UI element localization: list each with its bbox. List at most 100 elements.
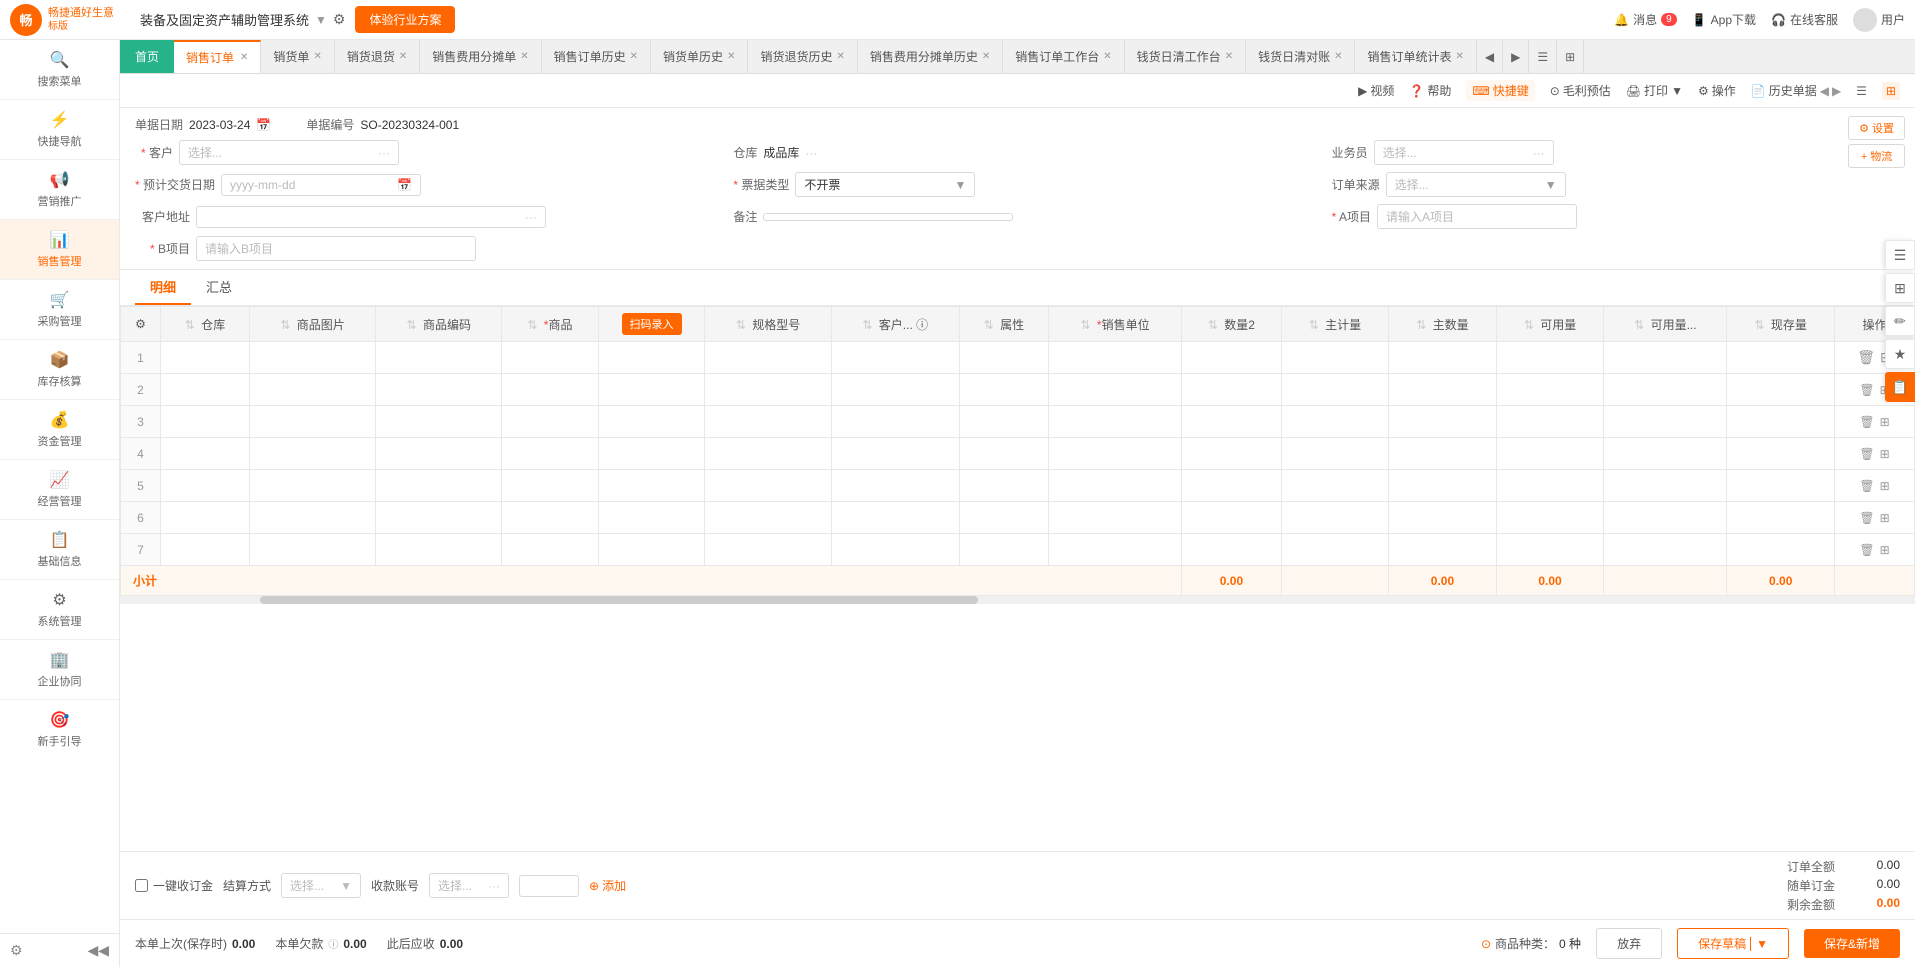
save-draft-button[interactable]: 保存草稿 ▼ — [1677, 928, 1789, 959]
cell-mainqty-1[interactable] — [1389, 342, 1497, 374]
cell-mainunit-1[interactable] — [1281, 342, 1389, 374]
cell-scan-1[interactable] — [598, 342, 705, 374]
delete-icon-5[interactable]: 🗑 — [1859, 479, 1874, 493]
cell-warehouse-1[interactable] — [161, 342, 250, 374]
cell-unit-1[interactable] — [1048, 342, 1181, 374]
float-btn-3[interactable]: ✏ — [1885, 306, 1915, 336]
delete-icon-3[interactable]: 🗑 — [1859, 415, 1874, 429]
col-available2[interactable]: ⇅ 可用量... — [1604, 307, 1727, 342]
history-nav-next[interactable]: ▶ — [1832, 84, 1841, 98]
float-btn-4[interactable]: ★ — [1885, 339, 1915, 369]
operation-btn[interactable]: ⚙ 操作 — [1698, 82, 1736, 99]
col-image[interactable]: ⇅ 商品图片 — [249, 307, 375, 342]
col-spec[interactable]: ⇅ 规格型号 — [705, 307, 831, 342]
float-btn-5[interactable]: 📋 — [1885, 372, 1915, 402]
cell-avail2-1[interactable] — [1604, 342, 1727, 374]
one-click-checkbox[interactable] — [135, 879, 148, 892]
address-input[interactable]: ··· — [196, 206, 546, 228]
help-btn[interactable]: ❓ 帮助 — [1409, 82, 1451, 99]
float-btn-1[interactable]: ☰ — [1885, 240, 1915, 270]
tab-sales-return[interactable]: 销货退货 ✕ — [335, 40, 420, 74]
tab-maximize-btn[interactable]: ⊞ — [1557, 40, 1584, 74]
notification-area[interactable]: 🔔 消息 9 — [1614, 11, 1677, 28]
delete-icon-2[interactable]: 🗑 — [1859, 383, 1874, 397]
user-area[interactable]: 用户 — [1853, 8, 1905, 32]
online-service[interactable]: 🎧 在线客服 — [1771, 11, 1838, 28]
tab-sales-return-close[interactable]: ✕ — [399, 51, 407, 62]
staff-input[interactable]: 选择... ··· — [1374, 140, 1554, 165]
tab-prev-btn[interactable]: ◀ — [1477, 40, 1503, 74]
list-view-icon[interactable]: ☰ — [1856, 84, 1867, 98]
col-main-unit[interactable]: ⇅ 主计量 — [1281, 307, 1389, 342]
tab-menu-btn[interactable]: ☰ — [1529, 40, 1557, 74]
col-code[interactable]: ⇅ 商品编码 — [376, 307, 502, 342]
tab-return-history-close[interactable]: ✕ — [836, 51, 844, 62]
delete-icon-4[interactable]: 🗑 — [1859, 447, 1874, 461]
cell-code-1[interactable] — [376, 342, 502, 374]
calendar-icon[interactable]: 📅 — [256, 118, 271, 132]
tab-next-btn[interactable]: ▶ — [1503, 40, 1529, 74]
profit-btn[interactable]: ⊙ 毛利预估 — [1550, 82, 1611, 99]
copy-icon-4[interactable]: ⊞ — [1880, 447, 1890, 461]
cell-spec-1[interactable] — [705, 342, 831, 374]
tab-daily-workbench-close[interactable]: ✕ — [1225, 51, 1233, 62]
tab-order-history-close[interactable]: ✕ — [630, 51, 638, 62]
print-btn[interactable]: 🖨 打印 ▼ — [1626, 82, 1683, 99]
copy-icon-6[interactable]: ⊞ — [1880, 511, 1890, 525]
col-settings[interactable]: ⚙ — [121, 307, 161, 342]
delivery-input[interactable]: yyyy-mm-dd 📅 — [221, 174, 421, 196]
tab-fee-split[interactable]: 销售费用分摊单 ✕ — [420, 40, 541, 74]
col-customer-code[interactable]: ⇅ 客户... ⓘ — [831, 307, 959, 342]
tab-home[interactable]: 首页 — [120, 40, 174, 74]
add-material-button[interactable]: + 物流 — [1848, 144, 1905, 168]
tab-sales-order[interactable]: 销售订单 ✕ — [174, 40, 261, 74]
save-new-button[interactable]: 保存&新增 — [1804, 929, 1900, 958]
tab-fee-history[interactable]: 销售费用分摊单历史 ✕ — [858, 40, 1003, 74]
cell-image-1[interactable] — [249, 342, 375, 374]
cell-attr-1[interactable] — [959, 342, 1048, 374]
trial-button[interactable]: 体验行业方案 — [355, 6, 455, 33]
tab-sheet-history[interactable]: 销货单历史 ✕ — [651, 40, 748, 74]
col-scan[interactable]: 扫码录入 — [598, 307, 705, 342]
discard-button[interactable]: 放弃 — [1596, 928, 1662, 959]
col-attribute[interactable]: ⇅ 属性 — [959, 307, 1048, 342]
delete-icon-7[interactable]: 🗑 — [1859, 543, 1874, 557]
sidebar-item-navigation[interactable]: ⚡ 快捷导航 — [0, 100, 119, 160]
tab-workbench-close[interactable]: ✕ — [1103, 51, 1111, 62]
sidebar-item-sales[interactable]: 📊 销售管理 — [0, 220, 119, 280]
b-project-input[interactable]: 请输入B项目 — [196, 236, 476, 261]
tab-sales-sheet-close[interactable]: ✕ — [313, 51, 321, 62]
cell-qty2-1[interactable] — [1182, 342, 1281, 374]
settings-gear-icon[interactable]: ⚙ — [333, 11, 346, 28]
sidebar-item-finance[interactable]: 💰 资金管理 — [0, 400, 119, 460]
account-select[interactable]: 选择... ··· — [429, 873, 509, 898]
col-unit[interactable]: ⇅ *销售单位 — [1048, 307, 1181, 342]
sidebar-item-purchase[interactable]: 🛒 采购管理 — [0, 280, 119, 340]
tab-stats[interactable]: 销售订单统计表 ✕ — [1355, 40, 1476, 74]
warehouse-expand-icon[interactable]: ··· — [805, 146, 817, 160]
col-qty2[interactable]: ⇅ 数量2 — [1182, 307, 1281, 342]
order-source-input[interactable]: 选择... ▼ — [1386, 172, 1566, 197]
history-nav-prev[interactable]: ◀ — [1820, 84, 1829, 98]
remark-input[interactable] — [763, 213, 1013, 221]
sidebar-item-enterprise[interactable]: 🏢 企业协同 — [0, 640, 119, 700]
tab-fee-split-close[interactable]: ✕ — [520, 51, 528, 62]
detail-tab-detail[interactable]: 明细 — [135, 270, 191, 305]
copy-icon-7[interactable]: ⊞ — [1880, 543, 1890, 557]
sidebar-item-guide[interactable]: 🎯 新手引导 — [0, 700, 119, 759]
sidebar-collapse-icon[interactable]: ◀◀ — [87, 942, 109, 959]
tab-return-history[interactable]: 销货退货历史 ✕ — [748, 40, 857, 74]
tab-daily-reconcile[interactable]: 钱货日清对账 ✕ — [1246, 40, 1355, 74]
one-click-label[interactable]: 一键收订金 — [153, 877, 213, 894]
sidebar-item-system[interactable]: ⚙ 系统管理 — [0, 580, 119, 640]
app-download[interactable]: 📱 App下载 — [1692, 11, 1756, 28]
tab-fee-history-close[interactable]: ✕ — [982, 51, 990, 62]
settlement-select[interactable]: 选择... ▼ — [281, 873, 361, 898]
sidebar-item-search[interactable]: 🔍 搜索菜单 — [0, 40, 119, 100]
tab-sales-sheet[interactable]: 销货单 ✕ — [261, 40, 334, 74]
copy-icon-5[interactable]: ⊞ — [1880, 479, 1890, 493]
save-draft-dropdown-icon[interactable]: ▼ — [1750, 937, 1768, 951]
col-warehouse[interactable]: ⇅ 仓库 — [161, 307, 250, 342]
sidebar-item-management[interactable]: 📈 经营管理 — [0, 460, 119, 520]
amount-input[interactable] — [519, 875, 579, 897]
